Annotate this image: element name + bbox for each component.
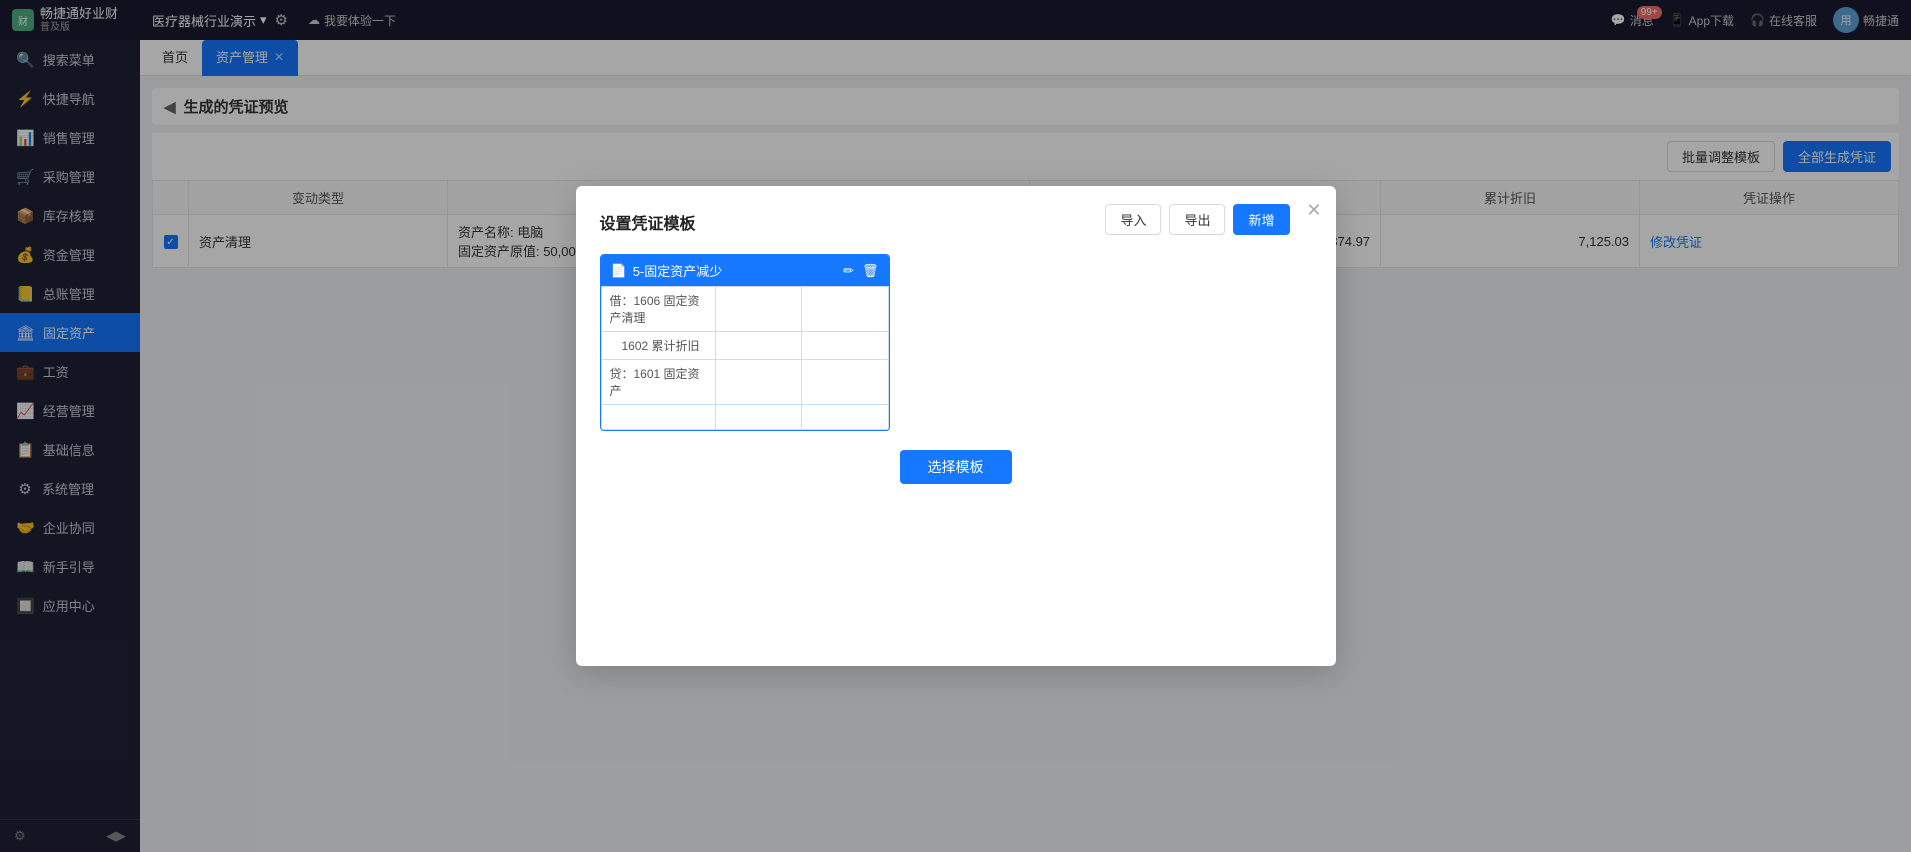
new-btn[interactable]: 新增 bbox=[1233, 204, 1289, 235]
modal-overlay: 设置凭证模板 导入 导出 新增 ✕ 📄 5-固定资产减少 ✏ 🗑 bbox=[0, 0, 1911, 852]
dialog-body: 📄 5-固定资产减少 ✏ 🗑 借：1606 固定资产清理 bbox=[600, 254, 1312, 642]
credit-amount-1 bbox=[716, 360, 802, 405]
edit-icon[interactable]: ✏ bbox=[843, 263, 854, 279]
debit-col-1 bbox=[802, 287, 888, 332]
template-credit-row-1: 贷：1601 固定资产 bbox=[601, 360, 888, 405]
debit-label-1: 借：1606 固定资产清理 bbox=[601, 287, 716, 332]
dialog-close-btn[interactable]: ✕ bbox=[1306, 200, 1321, 221]
template-debit-row-2: 1602 累计折旧 bbox=[601, 332, 888, 360]
empty-cell-2 bbox=[716, 405, 802, 430]
document-icon: 📄 bbox=[611, 263, 627, 279]
delete-icon[interactable]: 🗑 bbox=[862, 263, 879, 279]
credit-col-1 bbox=[802, 360, 888, 405]
empty-cell-3 bbox=[802, 405, 888, 430]
import-btn[interactable]: 导入 bbox=[1105, 204, 1161, 235]
debit-amount-2 bbox=[716, 332, 802, 360]
dialog-actions: 导入 导出 新增 bbox=[1105, 204, 1289, 235]
debit-amount-1 bbox=[716, 287, 802, 332]
template-header-left: 📄 5-固定资产减少 bbox=[611, 261, 723, 280]
template-name: 5-固定资产减少 bbox=[633, 261, 723, 280]
template-card-header: 📄 5-固定资产减少 ✏ 🗑 bbox=[601, 255, 889, 286]
dialog-set-template: 设置凭证模板 导入 导出 新增 ✕ 📄 5-固定资产减少 ✏ 🗑 bbox=[576, 186, 1336, 666]
template-card[interactable]: 📄 5-固定资产减少 ✏ 🗑 借：1606 固定资产清理 bbox=[600, 254, 890, 431]
credit-label-1: 贷：1601 固定资产 bbox=[601, 360, 716, 405]
template-icons: ✏ 🗑 bbox=[843, 263, 878, 279]
template-table: 借：1606 固定资产清理 1602 累计折旧 贷：1601 固定资产 bbox=[601, 286, 889, 430]
debit-col-2 bbox=[802, 332, 888, 360]
template-empty-row bbox=[601, 405, 888, 430]
template-debit-row-1: 借：1606 固定资产清理 bbox=[601, 287, 888, 332]
select-template-btn[interactable]: 选择模板 bbox=[900, 450, 1012, 484]
debit-label-2: 1602 累计折旧 bbox=[601, 332, 716, 360]
empty-cell-1 bbox=[601, 405, 716, 430]
select-btn-wrap: 选择模板 bbox=[600, 450, 1312, 484]
export-btn[interactable]: 导出 bbox=[1169, 204, 1225, 235]
